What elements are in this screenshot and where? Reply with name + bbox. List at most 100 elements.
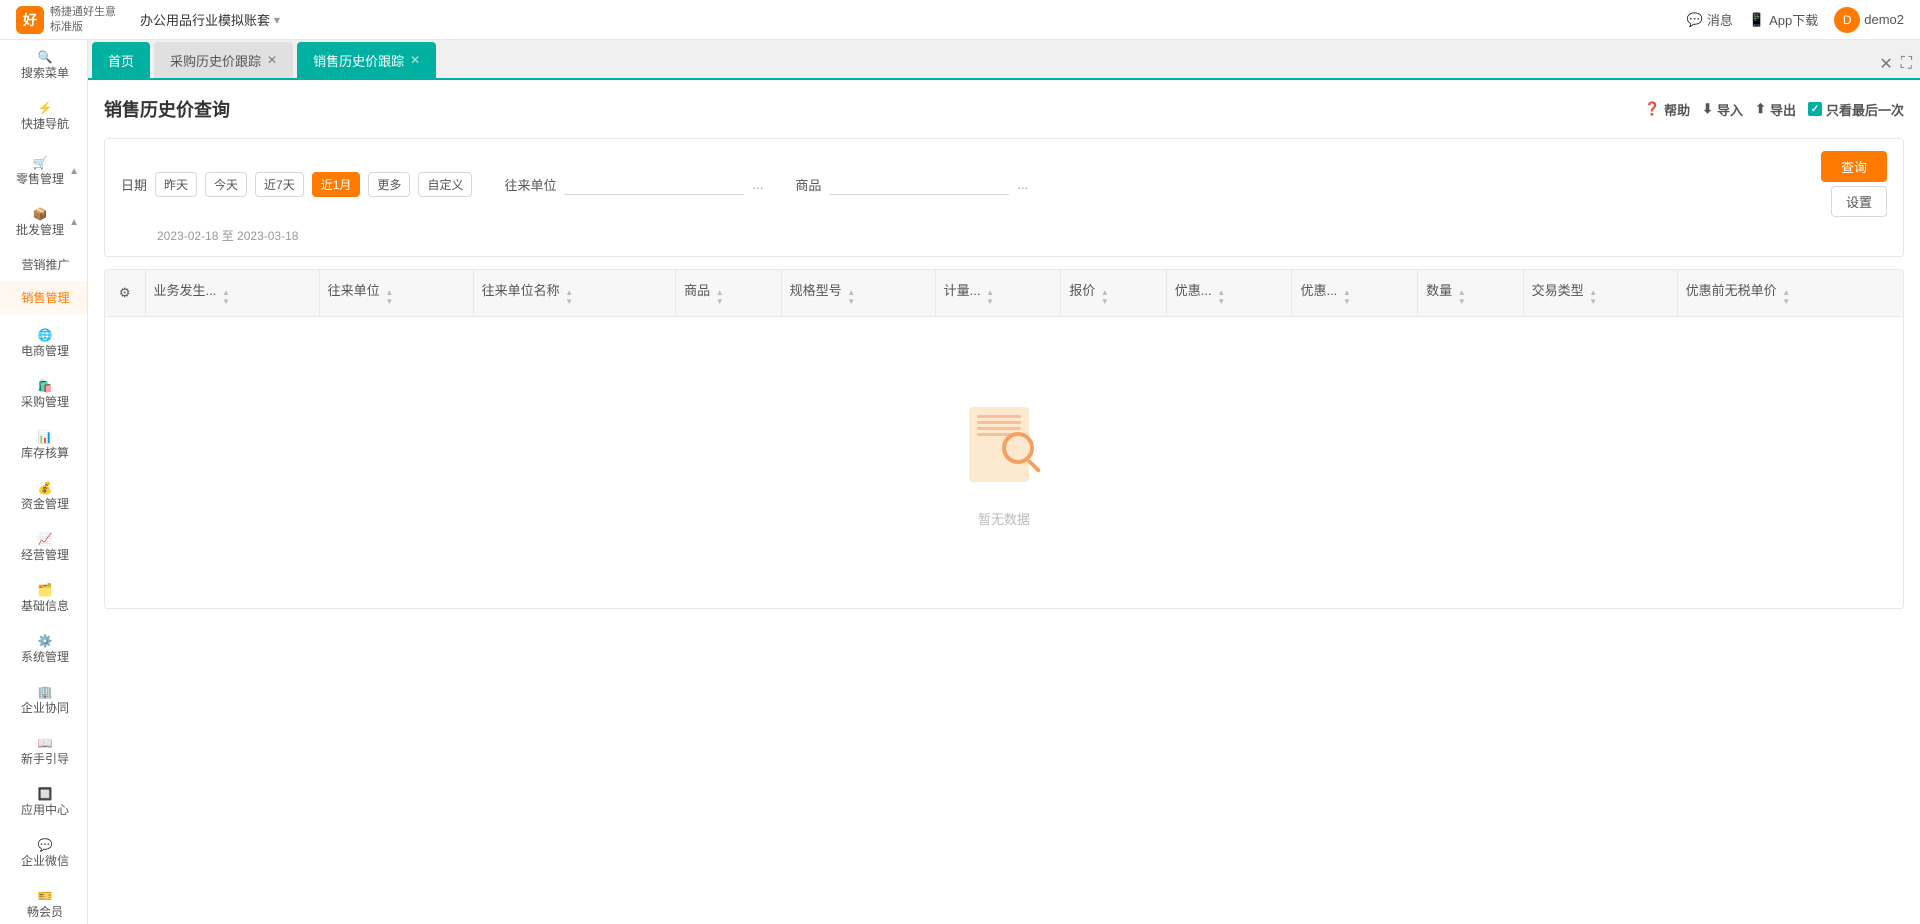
date-filter-label: 日期	[121, 175, 147, 194]
sort-icon-pretax-price[interactable]: ▲▼	[1782, 289, 1790, 306]
user-menu[interactable]: D demo2	[1834, 7, 1904, 33]
sort-icon-quantity[interactable]: ▲▼	[1458, 289, 1466, 306]
col-quote-label: 报价	[1069, 283, 1095, 298]
purchase-icon: 🛍️	[38, 379, 53, 393]
col-unit[interactable]: 计量... ▲▼	[935, 270, 1061, 317]
date-yesterday-btn[interactable]: 昨天	[155, 172, 197, 197]
sort-icon-quote[interactable]: ▲▼	[1101, 289, 1109, 306]
help-button[interactable]: ❓ 帮助	[1644, 100, 1690, 119]
date-custom-btn[interactable]: 自定义	[418, 172, 472, 197]
col-partner-code-label: 往来单位	[328, 283, 380, 298]
tab-sales-history[interactable]: 销售历史价跟踪 ✕	[297, 42, 436, 78]
col-partner-name-label: 往来单位名称	[482, 283, 560, 298]
col-gear[interactable]: ⚙	[105, 270, 145, 317]
app-download-button[interactable]: 📱 App下载	[1749, 10, 1818, 29]
message-label: 消息	[1707, 10, 1733, 29]
sidebar-retail-label: 🛒 零售管理	[11, 156, 69, 187]
sidebar-item-retail[interactable]: 🛒 零售管理 ▲	[0, 146, 87, 197]
settings-button[interactable]: 设置	[1831, 186, 1887, 217]
sidebar-item-basics[interactable]: 🗂️ 基础信息	[0, 573, 87, 624]
sidebar-item-finance[interactable]: 💰 资金管理	[0, 471, 87, 522]
col-biz-date[interactable]: 业务发生... ▲▼	[145, 270, 319, 317]
col-pretax-price-label: 优惠前无税单价	[1686, 283, 1777, 298]
sort-icon-discount2[interactable]: ▲▼	[1343, 289, 1351, 306]
date-1month-btn[interactable]: 近1月	[312, 172, 361, 197]
sidebar-item-members[interactable]: 🎫 畅会员	[0, 879, 87, 924]
logo-text: 畅捷通好生意 标准版	[50, 5, 116, 34]
product-input[interactable]	[829, 173, 1009, 195]
col-pretax-price[interactable]: 优惠前无税单价 ▲▼	[1677, 270, 1903, 317]
close-tab-button[interactable]: ✕	[1879, 54, 1892, 74]
partner-input[interactable]	[564, 173, 744, 195]
sidebar-item-guide[interactable]: 📖 新手引导	[0, 726, 87, 777]
sidebar-item-wholesale[interactable]: 📦 批发管理 ▲	[0, 197, 87, 248]
tab-home[interactable]: 首页	[92, 42, 150, 78]
help-label: 帮助	[1664, 100, 1690, 119]
sidebar-item-apps[interactable]: 🔲 应用中心	[0, 777, 87, 828]
avatar: D	[1834, 7, 1860, 33]
sidebar-item-marketing[interactable]: 营销推广	[0, 248, 87, 281]
inventory-icon: 📊	[38, 430, 53, 444]
sidebar-item-search[interactable]: 🔍 搜索菜单	[0, 40, 87, 91]
sort-icon-trade-type[interactable]: ▲▼	[1589, 289, 1597, 306]
col-partner-code[interactable]: 往来单位 ▲▼	[319, 270, 473, 317]
logo-icon: 好	[16, 6, 44, 34]
last-only-checkbox[interactable]: 只看最后一次	[1808, 100, 1904, 119]
col-discount1[interactable]: 优惠... ▲▼	[1166, 270, 1292, 317]
table-header-row: ⚙ 业务发生... ▲▼ 往来单位 ▲▼ 往来单位名称	[105, 270, 1903, 317]
sort-icon-unit[interactable]: ▲▼	[986, 289, 994, 306]
sidebar-item-sales[interactable]: 销售管理	[0, 281, 87, 314]
product-dots[interactable]: ...	[1017, 177, 1028, 192]
import-label: 导入	[1717, 100, 1743, 119]
import-icon: ⬇	[1702, 101, 1713, 117]
members-icon: 🎫	[38, 889, 53, 903]
export-button[interactable]: ⬆ 导出	[1755, 100, 1796, 119]
sidebar-item-inventory[interactable]: 📊 库存核算	[0, 420, 87, 471]
empty-state: 暂无数据	[105, 317, 1903, 608]
sidebar-item-ecommerce[interactable]: 🌐 电商管理	[0, 318, 87, 369]
col-product[interactable]: 商品 ▲▼	[676, 270, 781, 317]
sidebar-item-system[interactable]: ⚙️ 系统管理	[0, 624, 87, 675]
sidebar-item-quick-nav[interactable]: ⚡ 快捷导航	[0, 91, 87, 142]
col-spec[interactable]: 规格型号 ▲▼	[781, 270, 935, 317]
query-button[interactable]: 查询	[1821, 151, 1887, 182]
sidebar-item-enterprise[interactable]: 🏢 企业协同	[0, 675, 87, 726]
sort-icon-partner-name[interactable]: ▲▼	[565, 289, 573, 306]
sidebar-item-purchase[interactable]: 🛍️ 采购管理	[0, 369, 87, 420]
tab-purchase-close-button[interactable]: ✕	[267, 53, 277, 67]
col-trade-type[interactable]: 交易类型 ▲▼	[1523, 270, 1677, 317]
chevron-down-icon: ▾	[274, 13, 280, 27]
date-7days-btn[interactable]: 近7天	[255, 172, 304, 197]
tab-purchase-history[interactable]: 采购历史价跟踪 ✕	[154, 42, 293, 78]
sidebar-item-wechat[interactable]: 💬 企业微信	[0, 828, 87, 879]
date-range-display: 2023-02-18 至 2023-03-18	[153, 227, 1887, 244]
col-partner-name[interactable]: 往来单位名称 ▲▼	[473, 270, 675, 317]
sort-icon-product[interactable]: ▲▼	[716, 289, 724, 306]
col-unit-label: 计量...	[944, 283, 981, 298]
sort-icon-partner-code[interactable]: ▲▼	[385, 289, 393, 306]
date-today-btn[interactable]: 今天	[205, 172, 247, 197]
help-icon: ❓	[1644, 101, 1660, 117]
data-table: ⚙ 业务发生... ▲▼ 往来单位 ▲▼ 往来单位名称	[105, 270, 1903, 317]
col-quote[interactable]: 报价 ▲▼	[1061, 270, 1166, 317]
chevron-up-icon-2: ▲	[69, 217, 79, 228]
partner-dots[interactable]: ...	[752, 177, 763, 192]
col-discount2[interactable]: 优惠... ▲▼	[1292, 270, 1418, 317]
basics-icon: 🗂️	[38, 583, 53, 597]
sidebar: 🔍 搜索菜单 ⚡ 快捷导航 🛒 零售管理 ▲ 📦 批发管理 ▲ 营销推广 销售管	[0, 40, 88, 924]
message-button[interactable]: 💬 消息	[1687, 10, 1733, 29]
wechat-icon: 💬	[38, 838, 53, 852]
sort-icon-biz-date[interactable]: ▲▼	[222, 289, 230, 306]
import-button[interactable]: ⬇ 导入	[1702, 100, 1743, 119]
sort-icon-discount1[interactable]: ▲▼	[1217, 289, 1225, 306]
chevron-up-icon: ▲	[69, 166, 79, 177]
gear-icon[interactable]: ⚙	[119, 285, 131, 300]
date-more-btn[interactable]: 更多	[368, 172, 410, 197]
col-quantity[interactable]: 数量 ▲▼	[1418, 270, 1523, 317]
tab-sales-close-button[interactable]: ✕	[410, 53, 420, 67]
maximize-button[interactable]: ⛶	[1901, 55, 1912, 73]
sort-icon-spec[interactable]: ▲▼	[847, 289, 855, 306]
top-bar-right: 💬 消息 📱 App下载 D demo2	[1687, 7, 1904, 33]
tab-purchase-history-label: 采购历史价跟踪	[170, 51, 261, 70]
sidebar-item-operations[interactable]: 📈 经营管理	[0, 522, 87, 573]
